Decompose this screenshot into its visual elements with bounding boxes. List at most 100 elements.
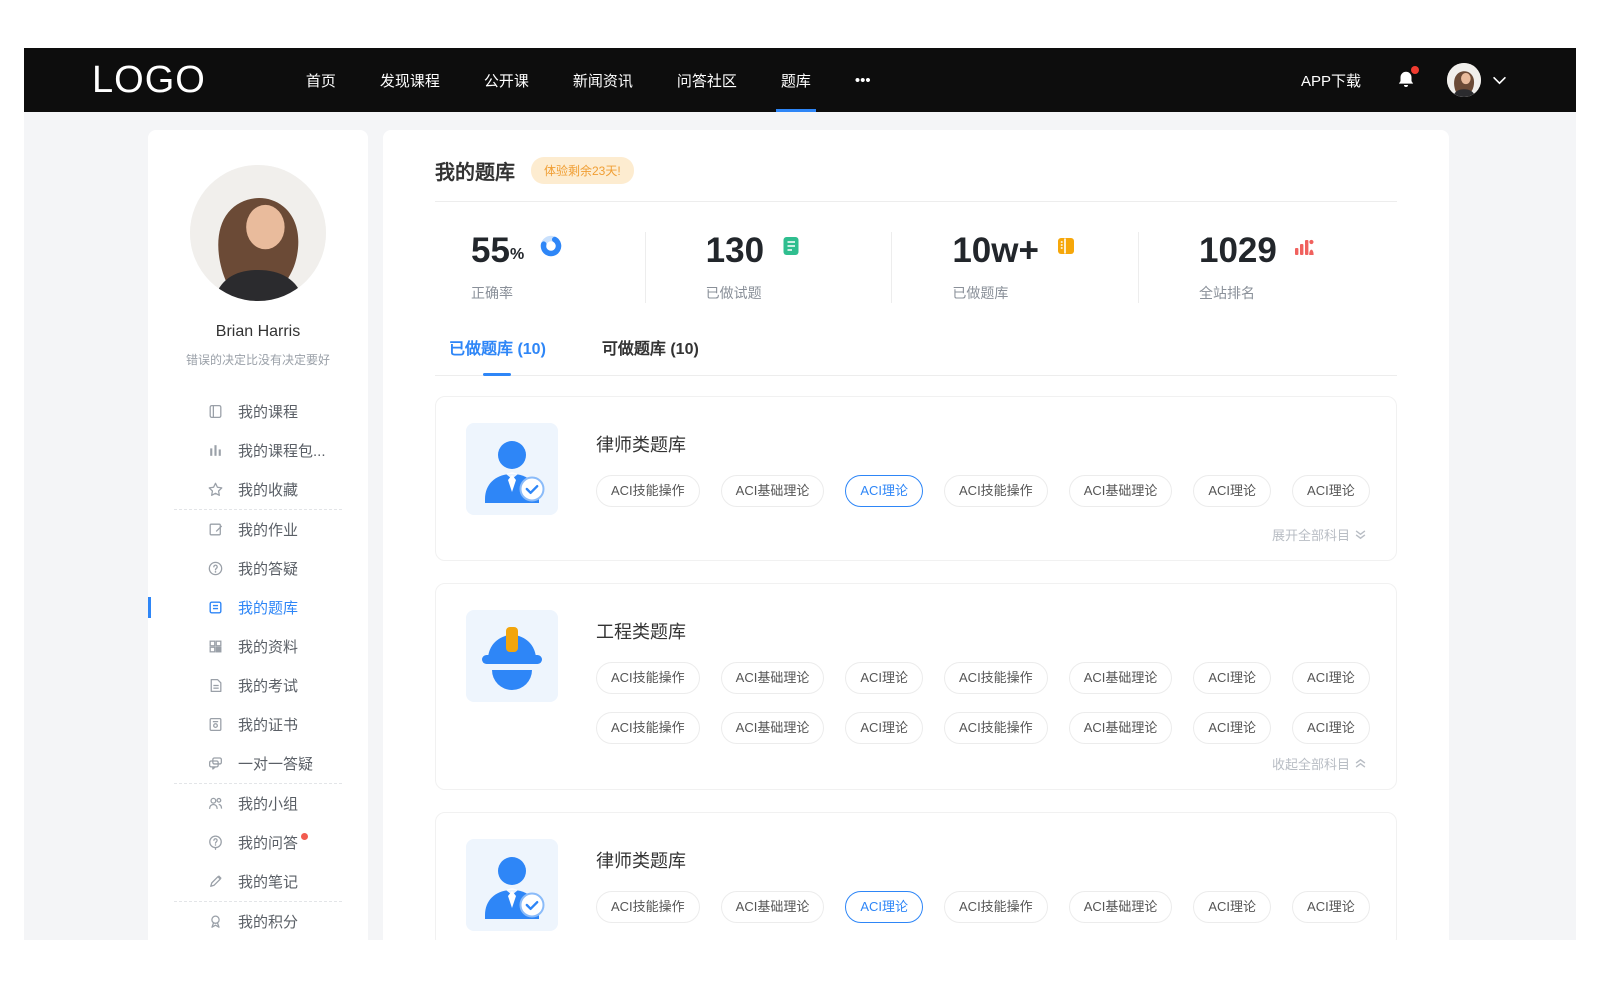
subject-tag[interactable]: ACI理论 [845, 712, 923, 744]
subject-tag-row: ACI技能操作ACI基础理论ACI理论ACI技能操作ACI基础理论ACI理论AC… [596, 475, 1366, 507]
subject-tag[interactable]: ACI基础理论 [1069, 475, 1173, 507]
subject-tag[interactable]: ACI基础理论 [721, 891, 825, 923]
bank-tabs: 已做题库 (10) 可做题库 (10) [435, 329, 1397, 376]
expand-all-link[interactable]: 展开全部科目 [466, 525, 1366, 544]
subject-tag[interactable]: ACI理论 [1292, 712, 1370, 744]
sidebar-item-my-points[interactable]: 我的积分 [148, 902, 368, 940]
subject-tag[interactable]: ACI技能操作 [596, 891, 700, 923]
app-download-link[interactable]: APP下载 [1301, 70, 1361, 91]
user-avatar[interactable] [1447, 63, 1481, 97]
bank-title[interactable]: 律师类题库 [596, 431, 1366, 457]
subject-tag-row: ACI技能操作ACI基础理论ACI理论ACI技能操作ACI基础理论ACI理论AC… [596, 662, 1366, 694]
subject-tag[interactable]: ACI基础理论 [721, 712, 825, 744]
bank-card-list: 律师类题库 ACI技能操作 ACI基础理论 ACI理论 ACI技能操作 ACI基础理论 A… [435, 396, 1397, 941]
subject-tag[interactable]: ACI理论 [1193, 712, 1271, 744]
star-icon [206, 481, 224, 499]
subject-tag[interactable]: ACI技能操作 [596, 662, 700, 694]
nav-news[interactable]: 新闻资讯 [551, 48, 655, 112]
sidebar-item-my-course-packages[interactable]: 我的课程包... [148, 431, 368, 470]
subject-tag[interactable]: ACI理论 [845, 662, 923, 694]
double-chevron-down-icon [1355, 529, 1366, 540]
sidebar-item-my-exams[interactable]: 我的考试 [148, 666, 368, 705]
sidebar-menu: 我的课程 我的课程包... 我的收藏 我的作业 [148, 392, 368, 940]
chevron-down-icon[interactable] [1493, 76, 1506, 85]
doc-icon [206, 677, 224, 695]
subject-tag[interactable]: ACI理论 [1193, 662, 1271, 694]
profile-card: Brian Harris 错误的决定比没有决定要好 [148, 130, 368, 368]
stat-banks-done: 10w+ 已做题库 [891, 232, 1138, 303]
nav-open-courses[interactable]: 公开课 [462, 48, 551, 112]
sidebar-item-my-courses[interactable]: 我的课程 [148, 392, 368, 431]
subject-tag[interactable]: ACI理论 [1292, 475, 1370, 507]
subject-tag[interactable]: ACI基础理论 [1069, 662, 1173, 694]
sidebar-item-my-questions[interactable]: 我的问答 [148, 823, 368, 862]
subject-tag[interactable]: ACI技能操作 [944, 712, 1048, 744]
nav-links: 首页 发现课程 公开课 新闻资讯 问答社区 题库 ••• [284, 48, 893, 112]
people-icon [206, 795, 224, 813]
profile-photo [190, 165, 326, 301]
book-icon [206, 403, 224, 421]
subject-tag[interactable]: ACI理论 [1193, 891, 1271, 923]
stat-site-rank: 1029 全站排名 [1138, 232, 1397, 303]
nav-more[interactable]: ••• [833, 48, 893, 112]
page-body: Brian Harris 错误的决定比没有决定要好 我的课程 我的课程包... [24, 112, 1576, 940]
tab-available-banks[interactable]: 可做题库 (10) [602, 335, 699, 359]
nav-discover-courses[interactable]: 发现课程 [358, 48, 462, 112]
subject-tag[interactable]: ACI理论 [845, 475, 923, 507]
sidebar-item-my-notes[interactable]: 我的笔记 [148, 862, 368, 901]
subject-tag[interactable]: ACI基础理论 [1069, 712, 1173, 744]
tab-done-banks[interactable]: 已做题库 (10) [449, 335, 546, 359]
lawyer-icon [466, 423, 558, 515]
engineer-thumb [466, 610, 558, 702]
donut-icon [540, 235, 562, 257]
nav-home[interactable]: 首页 [284, 48, 358, 112]
main-panel: 我的题库 体验剩余23天! 55 % 正确率 130 [383, 130, 1449, 940]
subject-tag[interactable]: ACI理论 [845, 891, 923, 923]
bank-card-lawyer-2: 律师类题库 ACI技能操作 ACI基础理论 ACI理论 ACI技能操作 ACI基础理论 A… [435, 812, 1397, 941]
lawyer-icon [466, 839, 558, 931]
edit-icon [206, 521, 224, 539]
avatar-photo-icon [1447, 63, 1481, 97]
subject-tag[interactable]: ACI技能操作 [596, 712, 700, 744]
sidebar-item-my-certificates[interactable]: 我的证书 [148, 705, 368, 744]
bank-title[interactable]: 工程类题库 [596, 618, 1366, 644]
sidebar-item-my-groups[interactable]: 我的小组 [148, 784, 368, 823]
main-header: 我的题库 体验剩余23天! [435, 156, 1397, 185]
sidebar-item-my-question-bank[interactable]: 我的题库 [148, 588, 368, 627]
bank-card-engineering: 工程类题库 ACI技能操作 ACI基础理论 ACI理论 ACI技能操作 ACI基础理论 A… [435, 583, 1397, 790]
profile-name: Brian Harris [148, 323, 368, 341]
subject-tag[interactable]: ACI基础理论 [721, 475, 825, 507]
page-title: 我的题库 [435, 156, 515, 185]
sidebar-item-my-materials[interactable]: 我的资料 [148, 627, 368, 666]
sidebar-item-one-on-one-qa[interactable]: 一对一答疑 [148, 744, 368, 783]
top-navbar: LOGO 首页 发现课程 公开课 新闻资讯 问答社区 题库 ••• APP下载 [24, 48, 1576, 112]
lawyer-thumb [466, 839, 558, 931]
trial-badge: 体验剩余23天! [531, 157, 634, 184]
stat-accuracy: 55 % 正确率 [435, 232, 645, 303]
subject-tag[interactable]: ACI理论 [1292, 891, 1370, 923]
logo[interactable]: LOGO [92, 61, 206, 99]
subject-tag[interactable]: ACI理论 [1193, 475, 1271, 507]
notifications-bell-icon[interactable] [1395, 68, 1417, 92]
subject-tag[interactable]: ACI技能操作 [944, 891, 1048, 923]
subject-tag[interactable]: ACI技能操作 [944, 662, 1048, 694]
lawyer-thumb [466, 423, 558, 515]
paper-icon [780, 235, 802, 257]
nav-question-bank[interactable]: 题库 [759, 48, 833, 112]
collapse-all-link[interactable]: 收起全部科目 [466, 754, 1366, 773]
sidebar-item-my-homework[interactable]: 我的作业 [148, 510, 368, 549]
subject-tag-row: ACI技能操作ACI基础理论ACI理论ACI技能操作ACI基础理论ACI理论AC… [596, 712, 1366, 744]
subject-tag[interactable]: ACI基础理论 [721, 662, 825, 694]
bank-title[interactable]: 律师类题库 [596, 847, 1366, 873]
nav-right-cluster: APP下载 [1301, 63, 1506, 97]
bank-icon [206, 599, 224, 617]
notification-dot [1411, 66, 1419, 74]
nav-qa-community[interactable]: 问答社区 [655, 48, 759, 112]
sidebar-item-my-favorites[interactable]: 我的收藏 [148, 470, 368, 509]
bars-icon [206, 442, 224, 460]
subject-tag[interactable]: ACI理论 [1292, 662, 1370, 694]
subject-tag[interactable]: ACI技能操作 [944, 475, 1048, 507]
subject-tag[interactable]: ACI技能操作 [596, 475, 700, 507]
sidebar-item-my-answers[interactable]: 我的答疑 [148, 549, 368, 588]
subject-tag[interactable]: ACI基础理论 [1069, 891, 1173, 923]
